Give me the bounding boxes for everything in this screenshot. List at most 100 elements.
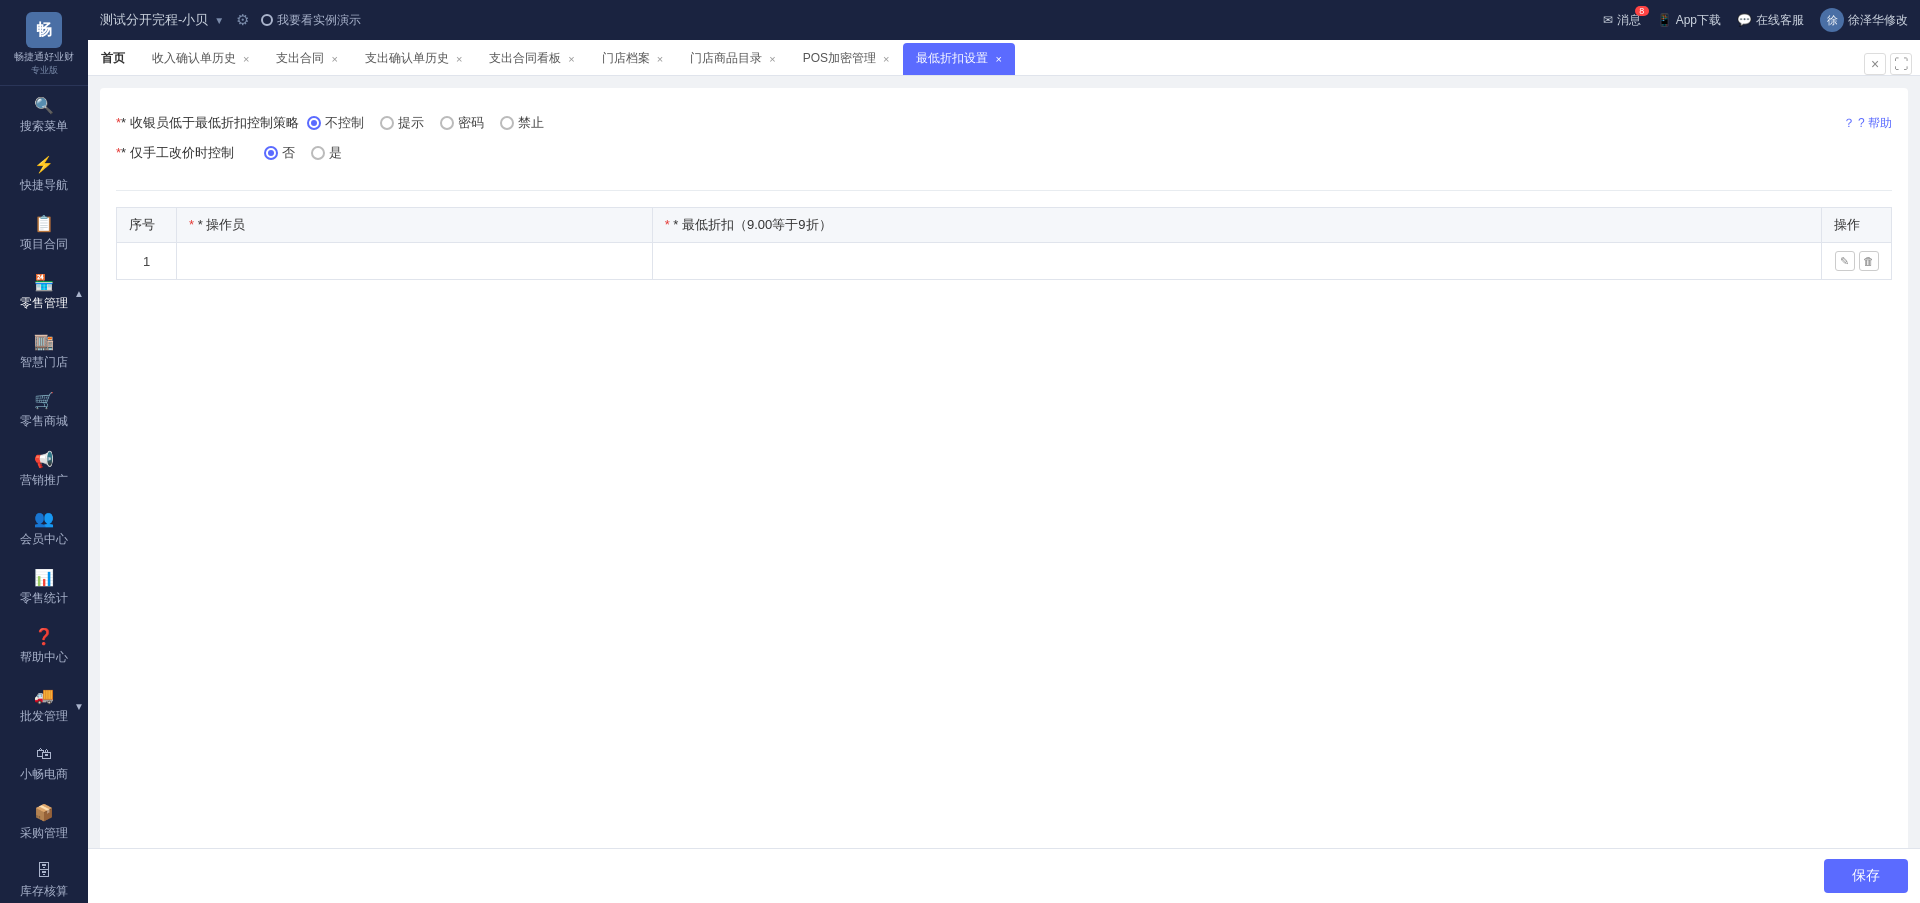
page-content: ** 收银员低于最低折扣控制策略 不控制 提示 密码 — [100, 88, 1908, 855]
username: 徐泽华修改 — [1848, 12, 1908, 29]
sidebar-item-label: 帮助中心 — [20, 649, 68, 666]
tab-store-archive[interactable]: 门店档案 × — [589, 43, 676, 75]
tab-home-label: 首页 — [101, 50, 125, 67]
sidebar-item-wholesale[interactable]: 🚚 批发管理 ▼ — [0, 676, 88, 735]
sidebar-item-label: 零售管理 — [20, 295, 68, 312]
th-actions: 操作 — [1822, 208, 1892, 243]
sidebar-item-label: 快捷导航 — [20, 177, 68, 194]
project-chevron-icon: ▼ — [214, 15, 224, 26]
radio-unchecked-icon — [380, 116, 394, 130]
tab-close-icon[interactable]: × — [331, 53, 337, 65]
online-service-button[interactable]: 💬 在线客服 — [1737, 12, 1804, 29]
app-download-button[interactable]: 📱 App下载 — [1657, 12, 1721, 29]
radio-unchecked-icon — [440, 116, 454, 130]
tab-close-icon[interactable]: × — [769, 53, 775, 65]
delete-icon-button[interactable]: 🗑 — [1859, 251, 1879, 271]
marketing-icon: 📢 — [34, 450, 54, 469]
manual-option-no[interactable]: 否 — [264, 144, 295, 162]
tab-close-icon[interactable]: × — [995, 53, 1001, 65]
quicknav-icon: ⚡ — [34, 155, 54, 174]
wholesale-icon: 🚚 — [34, 686, 54, 705]
policy-option-forbid[interactable]: 禁止 — [500, 114, 544, 132]
demo-button[interactable]: 我要看实例演示 — [261, 12, 361, 29]
expand-icon: ⛶ — [1894, 56, 1908, 72]
sidebar-item-xiaochangec[interactable]: 🛍 小畅电商 — [0, 735, 88, 793]
tab-pos-encrypt[interactable]: POS加密管理 × — [790, 43, 903, 75]
table-header-row: 序号 * * 操作员 * * 最低折扣（9.00等于9折） — [117, 208, 1892, 243]
manual-radio-group: 否 是 — [264, 144, 342, 162]
sidebar-item-search[interactable]: 🔍 搜索菜单 — [0, 86, 88, 145]
online-service-icon: 💬 — [1737, 13, 1752, 27]
sidebar-item-purchase[interactable]: 📦 采购管理 — [0, 793, 88, 852]
sidebar-item-label: 零售商城 — [20, 413, 68, 430]
logo-text: 畅捷通好业财 — [14, 50, 74, 64]
tab-label: 支出确认单历史 — [365, 50, 449, 67]
sidebar-item-inventory[interactable]: 🗄 库存核算 — [0, 852, 88, 903]
xiaochangec-icon: 🛍 — [36, 745, 52, 763]
help-icon: ❓ — [34, 627, 54, 646]
tab-expense-history[interactable]: 支出确认单历史 × — [352, 43, 475, 75]
radio-unchecked-icon — [500, 116, 514, 130]
project-selector[interactable]: 测试分开完程-小贝 ▼ — [100, 11, 224, 29]
policy-option-label: 提示 — [398, 114, 424, 132]
policy-option-password[interactable]: 密码 — [440, 114, 484, 132]
tab-close-icon[interactable]: × — [456, 53, 462, 65]
sidebar-item-smartstore[interactable]: 🏬 智慧门店 — [0, 322, 88, 381]
manual-option-label: 否 — [282, 144, 295, 162]
sidebar-item-member[interactable]: 👥 会员中心 — [0, 499, 88, 558]
sidebar-item-label: 搜索菜单 — [20, 118, 68, 135]
radio-checked-icon — [264, 146, 278, 160]
action-icons: ✎ 🗑 — [1834, 251, 1879, 271]
policy-option-label: 密码 — [458, 114, 484, 132]
tabs-actions: × ⛶ — [1856, 53, 1920, 75]
message-button[interactable]: ✉ 消息 8 — [1603, 12, 1641, 29]
sidebar-item-ecommerce-retail[interactable]: 🛒 零售商城 — [0, 381, 88, 440]
manual-row: ** 仅手工改价时控制 否 是 — [116, 144, 1892, 162]
radio-unchecked-icon — [311, 146, 325, 160]
sidebar-item-label: 库存核算 — [20, 883, 68, 900]
sidebar-item-label: 项目合同 — [20, 236, 68, 253]
tab-close-icon[interactable]: × — [657, 53, 663, 65]
tab-expense-board[interactable]: 支出合同看板 × — [476, 43, 587, 75]
tab-min-discount[interactable]: 最低折扣设置 × — [903, 43, 1014, 75]
sidebar: 畅 畅捷通好业财 专业版 🔍 搜索菜单 ⚡ 快捷导航 📋 项目合同 🏪 零售管理… — [0, 0, 88, 903]
sidebar-item-retail-stats[interactable]: 📊 零售统计 — [0, 558, 88, 617]
sidebar-item-project[interactable]: 📋 项目合同 — [0, 204, 88, 263]
page-footer: 保存 — [88, 848, 1920, 903]
sidebar-item-help[interactable]: ❓ 帮助中心 — [0, 617, 88, 676]
sidebar-item-marketing[interactable]: 📢 营销推广 — [0, 440, 88, 499]
tab-expand-button[interactable]: ⛶ — [1890, 53, 1912, 75]
search-icon: 🔍 — [34, 96, 54, 115]
tab-store-products[interactable]: 门店商品目录 × — [677, 43, 788, 75]
user-menu[interactable]: 徐 徐泽华修改 — [1820, 8, 1908, 32]
tab-close-icon[interactable]: × — [883, 53, 889, 65]
tab-income-history[interactable]: 收入确认单历史 × — [139, 43, 262, 75]
help-link[interactable]: ？ ? 帮助 — [1843, 115, 1892, 132]
sidebar-item-label: 营销推广 — [20, 472, 68, 489]
policy-option-hint[interactable]: 提示 — [380, 114, 424, 132]
save-button[interactable]: 保存 — [1824, 859, 1908, 893]
sidebar-item-label: 智慧门店 — [20, 354, 68, 371]
topbar: 测试分开完程-小贝 ▼ ⚙ 我要看实例演示 ✉ 消息 8 📱 App下载 💬 在… — [88, 0, 1920, 40]
tab-close-icon[interactable]: × — [243, 53, 249, 65]
edit-icon-button[interactable]: ✎ — [1835, 251, 1855, 271]
sidebar-item-retail[interactable]: 🏪 零售管理 ▲ — [0, 263, 88, 322]
tab-label: 支出合同看板 — [489, 50, 561, 67]
manual-option-yes[interactable]: 是 — [311, 144, 342, 162]
sidebar-item-label: 会员中心 — [20, 531, 68, 548]
app-download-icon: 📱 — [1657, 13, 1672, 27]
retail-arrow-icon: ▲ — [74, 287, 84, 298]
tab-contract[interactable]: 支出合同 × — [263, 43, 350, 75]
discount-table: 序号 * * 操作员 * * 最低折扣（9.00等于9折） — [116, 207, 1892, 280]
policy-label: ** 收银员低于最低折扣控制策略 — [116, 114, 299, 132]
sidebar-item-quicknav[interactable]: ⚡ 快捷导航 — [0, 145, 88, 204]
manual-option-label: 是 — [329, 144, 342, 162]
tab-label: 门店档案 — [602, 50, 650, 67]
policy-option-nocontrol[interactable]: 不控制 — [307, 114, 364, 132]
help-label: ? 帮助 — [1858, 115, 1892, 132]
tab-close-icon[interactable]: × — [568, 53, 574, 65]
topbar-settings-icon[interactable]: ⚙ — [236, 11, 249, 29]
tab-close-all-button[interactable]: × — [1864, 53, 1886, 75]
tab-home[interactable]: 首页 — [88, 43, 138, 75]
th-seq: 序号 — [117, 208, 177, 243]
